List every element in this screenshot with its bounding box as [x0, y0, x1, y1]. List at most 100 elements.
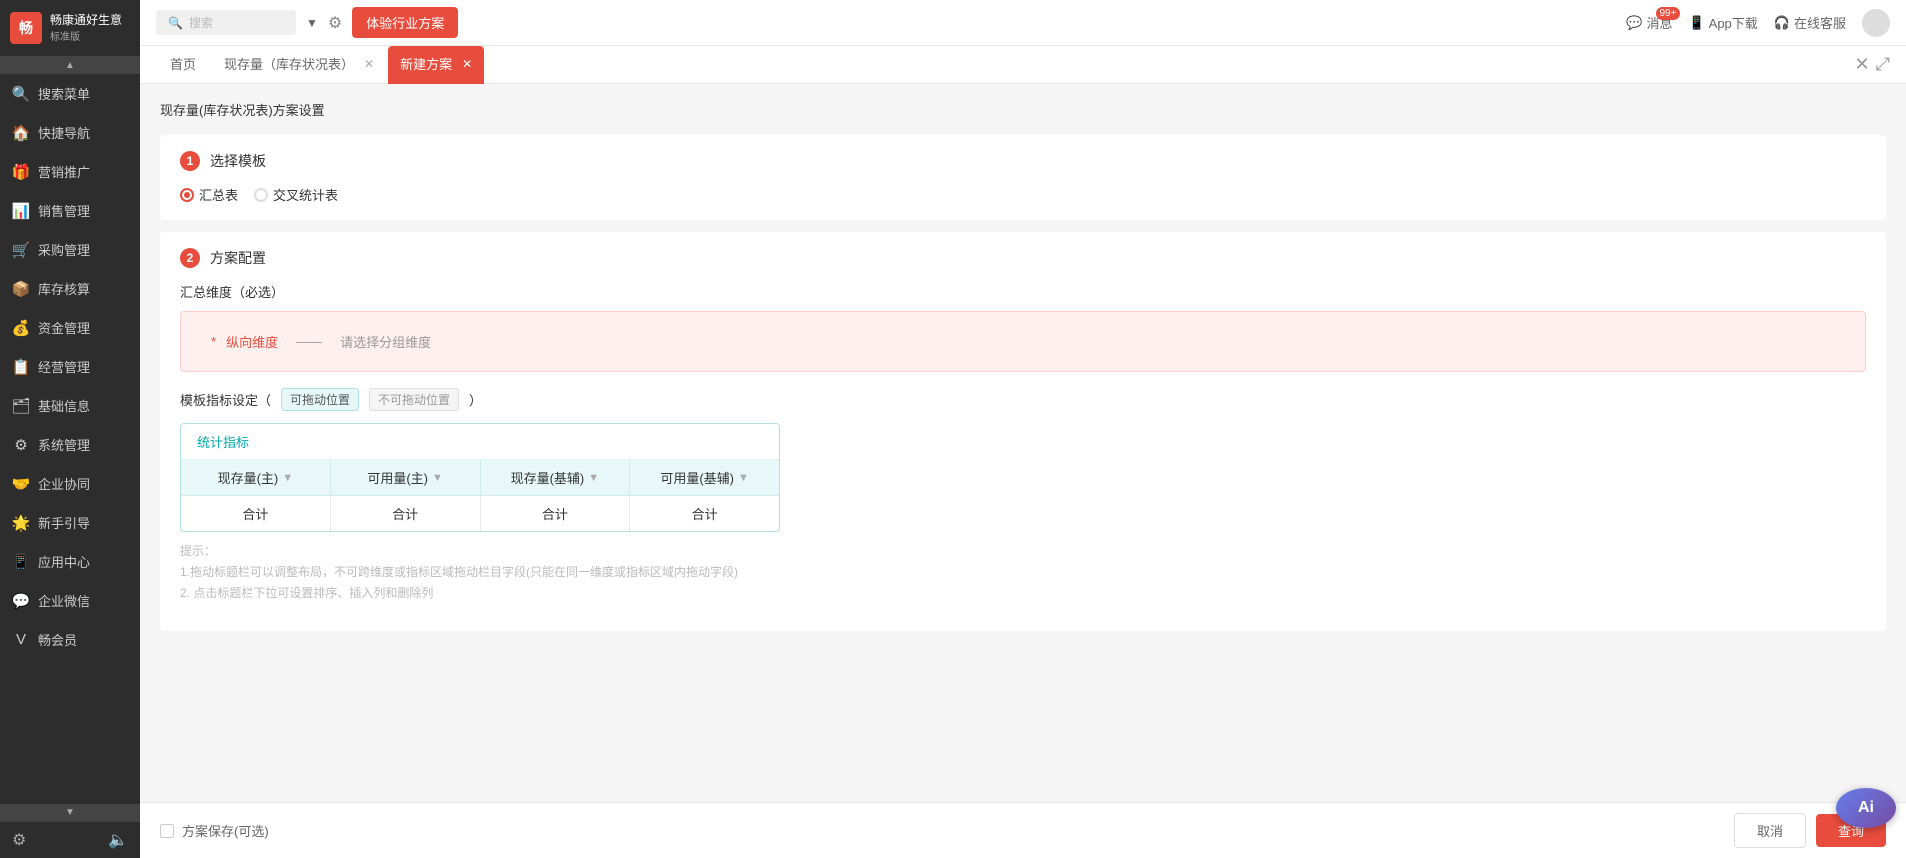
chevron-down-icon-1: ▼ — [432, 472, 443, 484]
sidebar-item-vip[interactable]: V 畅会员 — [0, 620, 140, 659]
radio-cross[interactable]: 交叉统计表 — [254, 185, 338, 204]
sidebar-item-purchase[interactable]: 🛒 采购管理 — [0, 230, 140, 269]
stats-col-3-label: 可用量(基辅) — [660, 468, 734, 487]
app-tag: 标准版 — [50, 28, 122, 43]
tab-inventory-status-close[interactable]: ✕ — [364, 57, 374, 71]
sidebar-item-inventory[interactable]: 📦 库存核算 — [0, 269, 140, 308]
hint-item-0: 1.拖动标题栏可以调整布局，不可跨维度或指标区域拖动栏目字段(只能在同一维度或指… — [180, 563, 1866, 582]
topbar-left: 🔍 搜索 ▼ ⚙ 体验行业方案 — [156, 7, 458, 38]
step1-header: 1 选择模板 — [180, 151, 1866, 171]
stats-val-1: 合计 — [331, 496, 481, 531]
search-box[interactable]: 🔍 搜索 — [156, 10, 296, 35]
user-avatar[interactable] — [1862, 9, 1890, 37]
audio-icon[interactable]: 🔈 — [108, 830, 128, 850]
message-button[interactable]: 💬 消息 99+ — [1626, 13, 1672, 32]
tab-new-plan-close[interactable]: ✕ — [462, 57, 472, 71]
chevron-down-icon-0: ▼ — [282, 472, 293, 484]
save-option: 方案保存(可选) — [160, 821, 269, 840]
sidebar-item-label: 企业微信 — [38, 591, 90, 610]
required-star: * — [211, 334, 216, 349]
folder-icon: 🗂 — [12, 397, 30, 415]
trial-button[interactable]: 体验行业方案 — [352, 7, 458, 38]
stats-val-3: 合计 — [630, 496, 779, 531]
stats-col-0[interactable]: 现存量(主) ▼ — [181, 460, 331, 495]
step1-number: 1 — [180, 151, 200, 171]
tab-inventory-status[interactable]: 现存量（库存状况表） ✕ — [210, 46, 388, 84]
ai-bubble[interactable]: Ai — [1836, 788, 1896, 828]
step2-section: 2 方案配置 汇总维度（必选） * 纵向维度 —— 请选择分组维度 模板指标设定… — [160, 232, 1886, 631]
chevron-down-icon-3: ▼ — [738, 472, 749, 484]
search-placeholder: 搜索 — [189, 14, 213, 31]
sidebar-scroll-down[interactable]: ▼ — [0, 804, 140, 821]
stats-col-3[interactable]: 可用量(基辅) ▼ — [630, 460, 779, 495]
stats-col-1-label: 可用量(主) — [367, 468, 428, 487]
drag-badge: 可拖动位置 — [281, 388, 359, 411]
stats-columns: 现存量(主) ▼ 可用量(主) ▼ 现存量(基辅) ▼ 可用量(基辅) ▼ — [181, 460, 779, 496]
sidebar-item-finance[interactable]: 💰 资金管理 — [0, 308, 140, 347]
sidebar-item-operations[interactable]: 📋 经营管理 — [0, 347, 140, 386]
radio-summary[interactable]: 汇总表 — [180, 185, 238, 204]
close-panel-icon[interactable]: ✕ — [1855, 54, 1870, 75]
online-service-button[interactable]: 🎧 在线客服 — [1774, 13, 1846, 32]
step2-number: 2 — [180, 248, 200, 268]
sidebar-item-system[interactable]: ⚙ 系统管理 — [0, 425, 140, 464]
settings-icon[interactable]: ⚙ — [12, 830, 26, 850]
app-download-button[interactable]: 📱 App下载 — [1688, 13, 1757, 32]
page-title: 现存量(库存状况表)方案设置 — [160, 100, 1886, 119]
tab-new-plan[interactable]: 新建方案 ✕ — [388, 46, 484, 84]
clipboard-icon: 📋 — [12, 358, 30, 376]
step1-section: 1 选择模板 汇总表 交叉统计表 — [160, 135, 1886, 220]
bottom-bar: 方案保存(可选) 取消 查询 — [140, 802, 1906, 858]
stats-col-1[interactable]: 可用量(主) ▼ — [331, 460, 481, 495]
topbar-gear-icon[interactable]: ⚙ — [328, 13, 342, 33]
expand-panel-icon[interactable]: ⤢ — [1876, 54, 1890, 75]
stats-table-header: 统计指标 — [181, 424, 779, 460]
download-icon: 📱 — [1688, 15, 1704, 31]
tabs-bar: 首页 现存量（库存状况表） ✕ 新建方案 ✕ ✕ ⤢ — [140, 46, 1906, 84]
sidebar: 畅 畅康通好生意 标准版 ▲ 🔍 搜索菜单 🏠 快捷导航 🎁 营销推广 📊 销售… — [0, 0, 140, 858]
mobile-icon: 📱 — [12, 553, 30, 571]
cart-icon: 🛒 — [12, 241, 30, 259]
dimension-required-label: 汇总维度（必选） — [180, 282, 1866, 301]
stats-col-2[interactable]: 现存量(基辅) ▼ — [481, 460, 631, 495]
stats-val-2: 合计 — [481, 496, 631, 531]
sidebar-bottom: ⚙ 🔈 — [0, 821, 140, 858]
save-checkbox[interactable] — [160, 824, 174, 838]
indicator-label: 模板指标设定（ 可拖动位置 不可拖动位置 ） — [180, 388, 1866, 411]
radio-cross-dot — [254, 188, 268, 202]
app-download-label: App下载 — [1709, 13, 1758, 32]
save-label: 方案保存(可选) — [182, 821, 269, 840]
sidebar-item-wechat[interactable]: 💬 企业微信 — [0, 581, 140, 620]
stats-values-row: 合计 合计 合计 合计 — [181, 496, 779, 531]
online-service-label: 在线客服 — [1794, 13, 1846, 32]
sidebar-item-quick-nav[interactable]: 🏠 快捷导航 — [0, 113, 140, 152]
sidebar-item-new-guide[interactable]: 🌟 新手引导 — [0, 503, 140, 542]
step2-title: 方案配置 — [210, 248, 266, 268]
main-content: 🔍 搜索 ▼ ⚙ 体验行业方案 💬 消息 99+ 📱 App下载 🎧 在线客服 — [140, 0, 1906, 858]
vip-icon: V — [12, 631, 30, 649]
chevron-down-icon-2: ▼ — [588, 472, 599, 484]
stats-col-2-label: 现存量(基辅) — [511, 468, 585, 487]
sidebar-item-enterprise[interactable]: 🤝 企业协同 — [0, 464, 140, 503]
sidebar-item-sales[interactable]: 📊 销售管理 — [0, 191, 140, 230]
sidebar-item-label: 资金管理 — [38, 318, 90, 337]
box-icon: 📦 — [12, 280, 30, 298]
sidebar-scroll-up[interactable]: ▲ — [0, 57, 140, 74]
sidebar-item-label: 应用中心 — [38, 552, 90, 571]
vertical-dimension-label: 纵向维度 — [226, 332, 278, 351]
stats-col-0-label: 现存量(主) — [218, 468, 279, 487]
tab-new-plan-label: 新建方案 — [400, 54, 452, 73]
sidebar-item-label: 快捷导航 — [38, 123, 90, 142]
topbar-dropdown[interactable]: ▼ — [306, 16, 318, 30]
stats-val-0: 合计 — [181, 496, 331, 531]
sidebar-logo: 畅 畅康通好生意 标准版 — [0, 0, 140, 57]
no-drag-badge: 不可拖动位置 — [369, 388, 459, 411]
tab-home[interactable]: 首页 — [156, 46, 210, 84]
cancel-button[interactable]: 取消 — [1734, 813, 1806, 848]
sidebar-item-search-menu[interactable]: 🔍 搜索菜单 — [0, 74, 140, 113]
sidebar-item-app-center[interactable]: 📱 应用中心 — [0, 542, 140, 581]
dimension-dash: —— — [296, 334, 322, 349]
sidebar-item-marketing[interactable]: 🎁 营销推广 — [0, 152, 140, 191]
headset-icon: 🎧 — [1774, 15, 1790, 31]
sidebar-item-basic-info[interactable]: 🗂 基础信息 — [0, 386, 140, 425]
